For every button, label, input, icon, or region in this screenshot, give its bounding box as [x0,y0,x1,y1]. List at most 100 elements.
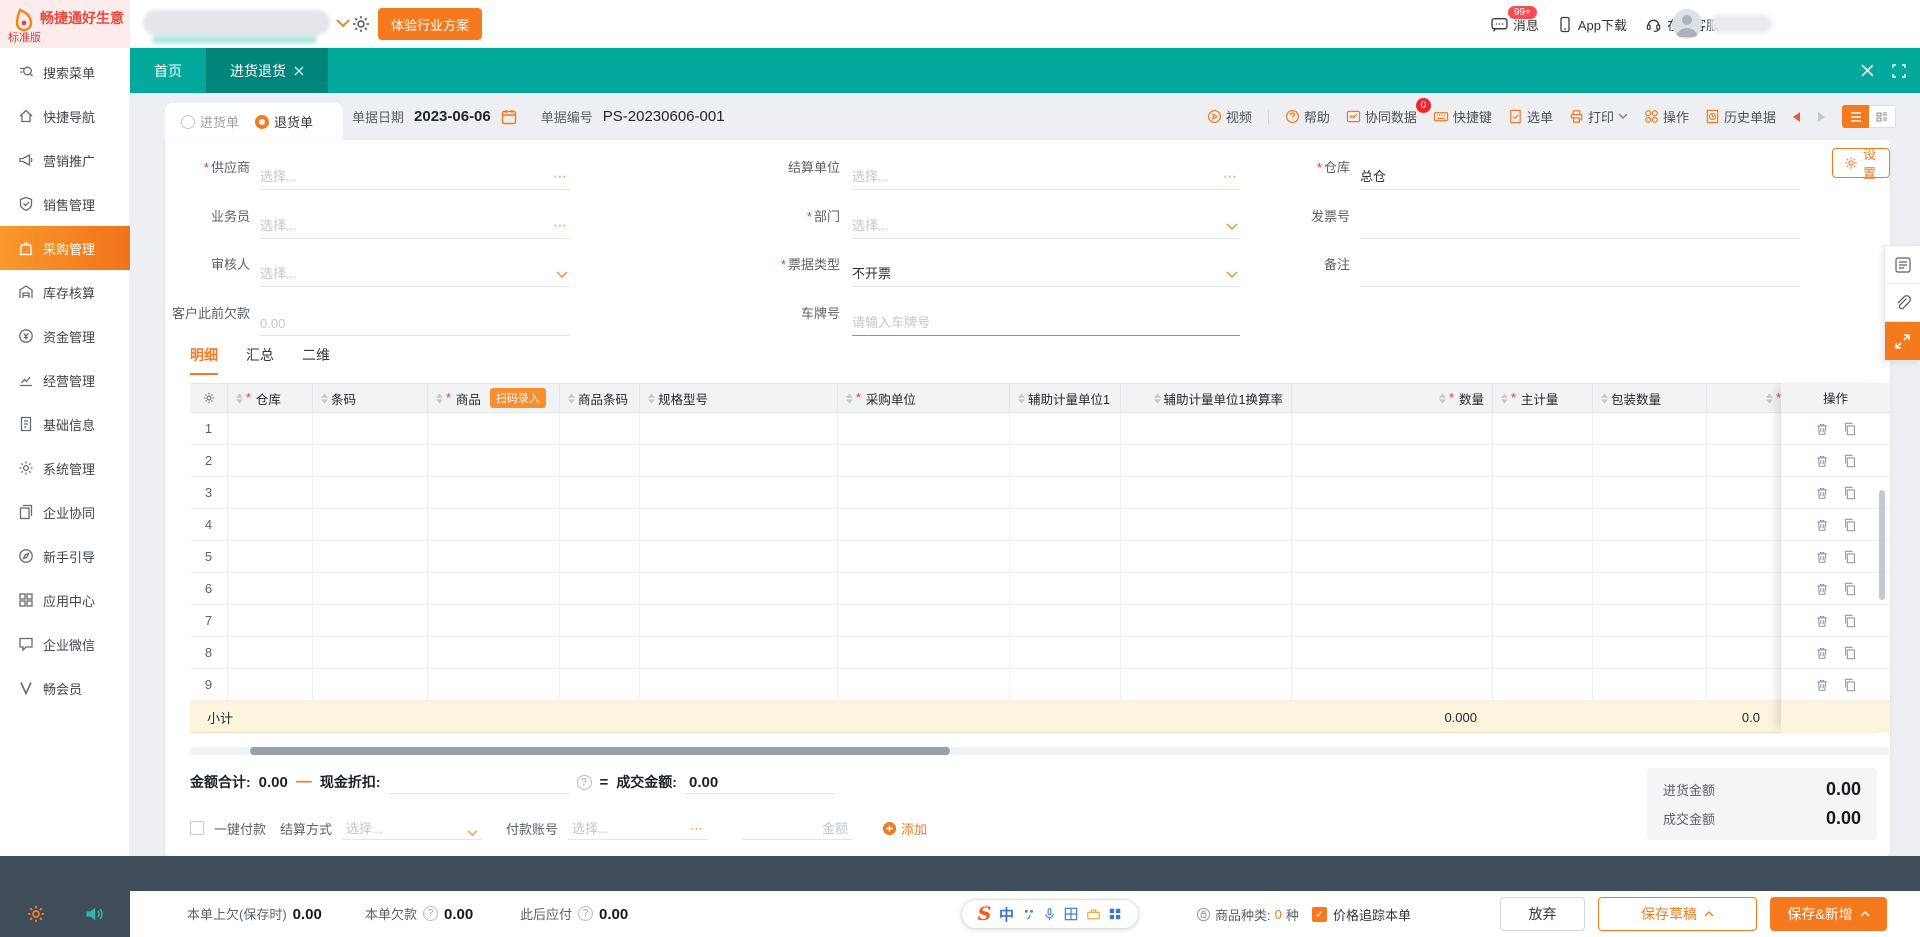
hotkeys-button[interactable]: 快捷键 [1433,107,1492,126]
settings-button[interactable]: 设置 [1832,147,1890,181]
grid-cell[interactable] [1292,669,1493,701]
copy-icon[interactable] [1843,646,1857,660]
supplier-field[interactable]: 选择... ⋯ [260,164,570,190]
grid-cell[interactable] [838,637,1010,669]
copy-icon[interactable] [1843,422,1857,436]
grid-cell[interactable] [228,605,313,637]
grid-cell[interactable] [428,669,560,701]
help-circle-icon[interactable]: ? [576,774,592,790]
handwriting-icon[interactable] [1064,907,1078,921]
grid-cell[interactable] [1121,573,1292,605]
grid-cell[interactable] [1493,637,1593,669]
help-circle-icon[interactable]: ? [578,906,594,921]
grid-cell[interactable] [313,637,428,669]
draft-box-button[interactable] [1885,246,1920,284]
grid-cell[interactable] [1493,605,1593,637]
grid-cell[interactable] [1010,477,1121,509]
sidebar-item-search-menu[interactable]: 搜索菜单 [0,50,130,94]
grid-cell[interactable] [1593,413,1707,445]
list-view-button[interactable] [1842,105,1869,128]
grid-cell[interactable] [1593,477,1707,509]
sidebar-item-basic-info[interactable]: 基础信息 [0,402,130,446]
grid-cell[interactable] [560,477,640,509]
grid-cell[interactable] [428,413,560,445]
auditor-field[interactable]: 选择... [260,261,570,287]
grid-cell[interactable] [228,445,313,477]
grid-cell[interactable] [1010,637,1121,669]
row-number-cell[interactable]: 3 [190,477,228,509]
more-icon[interactable]: ⋯ [553,217,568,234]
grid-cell[interactable] [560,605,640,637]
grid-cell[interactable] [1292,445,1493,477]
grid-cell[interactable] [1593,445,1707,477]
prior-debt-field[interactable]: 0.00 [260,310,570,336]
col-quantity[interactable]: * 数量 [1292,384,1493,413]
row-number-cell[interactable]: 6 [190,573,228,605]
copy-icon[interactable] [1843,614,1857,628]
prev-arrow-icon[interactable] [1792,111,1801,123]
column-settings-cell[interactable] [190,384,228,413]
gear-icon[interactable] [26,904,46,924]
grid-cell[interactable] [1493,509,1593,541]
grid-cell[interactable] [228,669,313,701]
scan-entry-button[interactable]: 扫码录入 [489,388,546,408]
grid-cell[interactable] [1493,445,1593,477]
mic-icon[interactable] [1043,907,1056,922]
grid-cell[interactable] [838,413,1010,445]
messages-item[interactable]: 消息 99+ [1491,4,1539,34]
grid-cell[interactable] [1292,413,1493,445]
sort-icon[interactable] [1153,392,1161,404]
chevron-down-icon[interactable] [556,271,568,279]
sidebar-item-quick-nav[interactable]: 快捷导航 [0,94,130,138]
company-select-redacted[interactable] [143,10,330,35]
grid-cell[interactable] [838,669,1010,701]
chevron-down-icon[interactable] [1226,223,1238,231]
row-number-cell[interactable]: 2 [190,445,228,477]
help-circle-icon[interactable]: ? [423,906,439,921]
chevron-down-icon[interactable] [1226,271,1238,279]
more-icon[interactable]: ⋯ [690,821,704,837]
grid-cell[interactable] [560,445,640,477]
history-button[interactable]: 历史单据 [1705,107,1776,126]
sort-icon[interactable] [568,392,575,404]
sort-icon[interactable] [1501,392,1508,404]
grid-cell[interactable] [1593,509,1707,541]
discard-button[interactable]: 放弃 [1500,897,1585,931]
row-number-cell[interactable]: 4 [190,509,228,541]
col-purchase-unit[interactable]: * 采购单位 [838,384,1010,413]
col-main-unit[interactable]: * 主计量 [1493,384,1593,413]
plate-no-field[interactable]: 请输入车牌号 [852,310,1240,336]
ime-mode-indicator[interactable]: 中 [999,904,1014,925]
grid-cell[interactable] [1121,541,1292,573]
grid-cell[interactable] [228,509,313,541]
grid-cell[interactable] [1493,413,1593,445]
grid-cell[interactable] [1593,573,1707,605]
grid-cell[interactable] [1493,669,1593,701]
app-download-item[interactable]: App下载 [1557,15,1627,34]
row-number-cell[interactable]: 8 [190,637,228,669]
sort-icon[interactable] [846,392,853,404]
apps-icon[interactable] [1108,907,1122,921]
col-warehouse[interactable]: * 仓库 [228,384,313,413]
grid-cell[interactable] [428,509,560,541]
sort-icon[interactable] [1601,392,1608,404]
trash-icon[interactable] [1815,422,1829,436]
operations-button[interactable]: 操作 [1644,107,1689,126]
chevron-down-icon[interactable] [336,19,350,29]
sort-icon[interactable] [436,392,443,404]
toolbox-icon[interactable] [1086,907,1101,921]
grid-cell[interactable] [313,541,428,573]
speaker-icon[interactable] [84,904,104,924]
col-product[interactable]: * 商品 扫码录入 [428,384,560,413]
vertical-scroll-thumb[interactable] [1879,490,1885,600]
grid-cell[interactable] [1010,509,1121,541]
grid-cell[interactable] [1292,637,1493,669]
pay-account-select[interactable]: 选择... ⋯ [568,816,709,840]
grid-cell[interactable] [640,477,838,509]
copy-icon[interactable] [1843,582,1857,596]
close-all-icon[interactable] [1861,64,1874,77]
save-and-new-button[interactable]: 保存&新增 [1770,897,1887,931]
grid-cell[interactable] [640,509,838,541]
save-draft-button[interactable]: 保存草稿 [1598,897,1757,931]
grid-cell[interactable] [560,669,640,701]
